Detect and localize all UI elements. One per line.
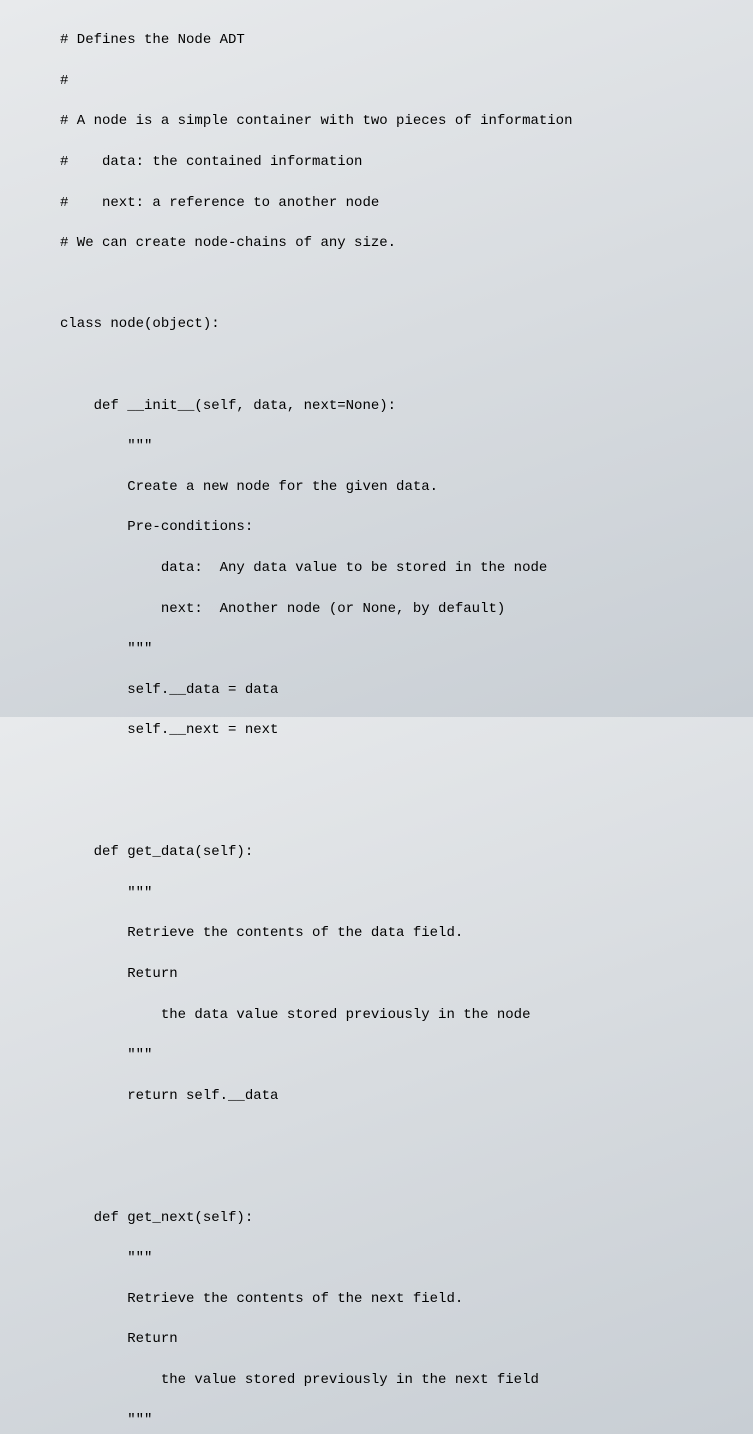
code-line: """ <box>60 1410 753 1430</box>
code-line: """ <box>60 1045 753 1065</box>
code-line: def get_data(self): <box>60 842 753 862</box>
code-line: # Defines the Node ADT <box>60 30 753 50</box>
code-line: """ <box>60 639 753 659</box>
code-line <box>60 1126 753 1146</box>
code-line: data: Any data value to be stored in the… <box>60 558 753 578</box>
code-line: # next: a reference to another node <box>60 193 753 213</box>
code-line: Pre-conditions: <box>60 517 753 537</box>
code-line: next: Another node (or None, by default) <box>60 599 753 619</box>
code-block: # Defines the Node ADT # # A node is a s… <box>0 0 753 1434</box>
code-line: # <box>60 71 753 91</box>
code-line: # data: the contained information <box>60 152 753 172</box>
code-line: """ <box>60 436 753 456</box>
code-line: # We can create node-chains of any size. <box>60 233 753 253</box>
code-line: Retrieve the contents of the data field. <box>60 923 753 943</box>
code-line: the data value stored previously in the … <box>60 1005 753 1025</box>
code-line: return self.__data <box>60 1086 753 1106</box>
code-line: self.__next = next <box>60 720 753 740</box>
code-line <box>60 802 753 822</box>
code-line: Retrieve the contents of the next field. <box>60 1289 753 1309</box>
code-line <box>60 355 753 375</box>
code-line: Create a new node for the given data. <box>60 477 753 497</box>
code-line <box>60 1167 753 1187</box>
code-line: Return <box>60 1329 753 1349</box>
code-line: def get_next(self): <box>60 1208 753 1228</box>
code-line: the value stored previously in the next … <box>60 1370 753 1390</box>
code-line: class node(object): <box>60 314 753 334</box>
code-line <box>60 274 753 294</box>
code-line <box>60 761 753 781</box>
code-line: """ <box>60 1248 753 1268</box>
code-line: # A node is a simple container with two … <box>60 111 753 131</box>
code-line: self.__data = data <box>60 680 753 700</box>
code-line: """ <box>60 883 753 903</box>
code-line: def __init__(self, data, next=None): <box>60 396 753 416</box>
code-line: Return <box>60 964 753 984</box>
